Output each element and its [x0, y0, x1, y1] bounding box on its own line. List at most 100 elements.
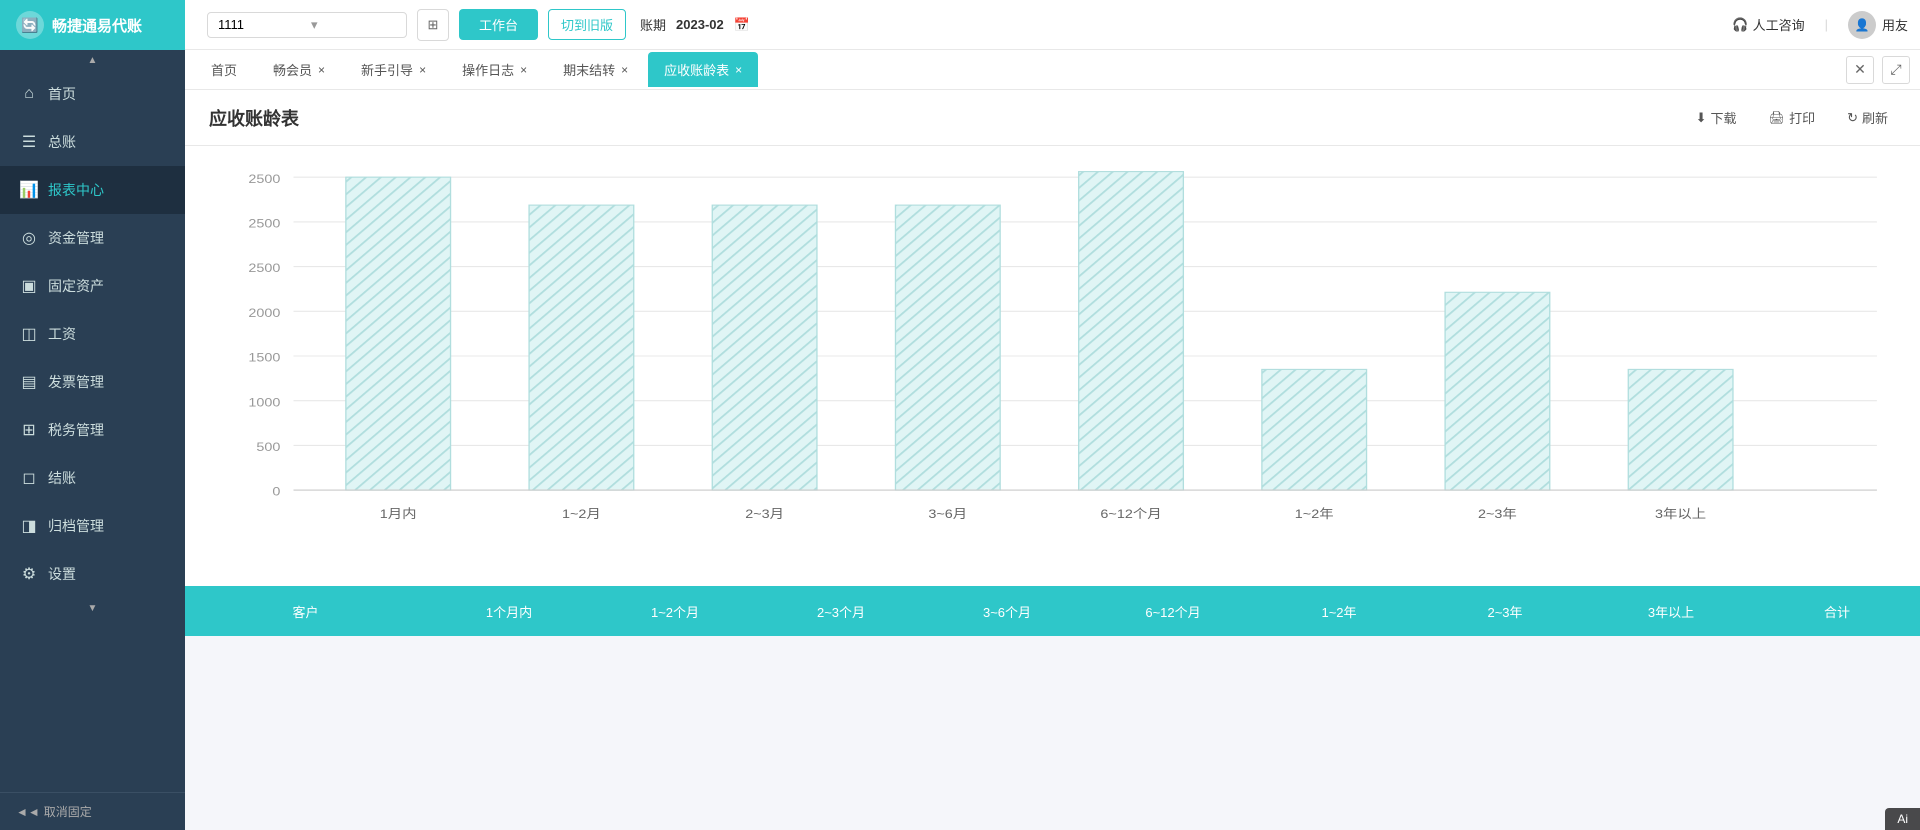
tab-period-end-label: 期末结转	[563, 60, 615, 79]
sidebar-item-checkout[interactable]: ◻ 结账	[0, 454, 185, 502]
pin-icon: ◄◄	[16, 805, 40, 819]
close-all-icon: ✕	[1854, 61, 1866, 78]
sidebar-label-settings: 设置	[48, 564, 76, 584]
sidebar-item-ledger[interactable]: ☰ 总账	[0, 118, 185, 166]
invoice-icon: ▤	[20, 373, 38, 391]
sidebar-item-settings[interactable]: ⚙ 设置	[0, 550, 185, 598]
reports-icon: 📊	[20, 181, 38, 199]
switch-button[interactable]: 切到旧版	[548, 9, 626, 40]
refresh-button[interactable]: ↻ 刷新	[1839, 104, 1896, 131]
svg-text:1月内: 1月内	[380, 507, 417, 521]
svg-text:2500: 2500	[248, 172, 280, 186]
tabs-bar: 首页 畅会员 × 新手引导 × 操作日志 × 期末结转 × 应收账龄表 ×	[185, 50, 1920, 90]
funds-icon: ◎	[20, 229, 38, 247]
cancel-fixed-button[interactable]: ◄◄ 取消固定	[0, 792, 185, 830]
copy-button[interactable]: ⊞	[417, 9, 449, 41]
sidebar-scroll-up[interactable]: ▲	[0, 50, 185, 70]
sidebar-item-assets[interactable]: ▣ 固定资产	[0, 262, 185, 310]
logo: 🔄 畅捷通易代账	[0, 0, 185, 50]
tab-aging[interactable]: 应收账龄表 ×	[648, 52, 758, 87]
user-area[interactable]: 👤 用友	[1848, 11, 1908, 39]
sidebar: ▲ ⌂ 首页 ☰ 总账 📊 报表中心 ◎ 资金管理 ▣ 固定资产 ◫ 工资 ▤ …	[0, 50, 185, 830]
tab-member[interactable]: 畅会员 ×	[257, 52, 341, 87]
sidebar-label-assets: 固定资产	[48, 276, 104, 296]
col-6-12month: 6~12个月	[1090, 602, 1256, 621]
sidebar-label-salary: 工资	[48, 324, 76, 344]
download-label: 下载	[1711, 108, 1737, 127]
expand-button[interactable]: ⤢	[1882, 56, 1910, 84]
company-selector[interactable]: 1111 ▾	[207, 12, 407, 38]
company-name: 1111	[218, 17, 303, 32]
svg-text:2~3月: 2~3月	[745, 507, 784, 521]
col-3-6month: 3~6个月	[924, 602, 1090, 621]
refresh-label: 刷新	[1862, 108, 1888, 127]
sidebar-item-reports[interactable]: 📊 报表中心	[0, 166, 185, 214]
col-1-2year: 1~2年	[1256, 602, 1422, 621]
sidebar-item-invoice[interactable]: ▤ 发票管理	[0, 358, 185, 406]
tab-aging-label: 应收账龄表	[664, 60, 729, 79]
user-label: 用友	[1882, 15, 1908, 34]
svg-text:1~2年: 1~2年	[1295, 507, 1334, 521]
sidebar-label-home: 首页	[48, 84, 76, 104]
sidebar-item-home[interactable]: ⌂ 首页	[0, 70, 185, 118]
tab-period-end[interactable]: 期末结转 ×	[547, 52, 644, 87]
ai-watermark: Ai	[1885, 808, 1920, 830]
tab-period-end-close[interactable]: ×	[621, 63, 628, 77]
avatar: 👤	[1848, 11, 1876, 39]
svg-text:3年以上: 3年以上	[1655, 507, 1706, 521]
logo-icon: 🔄	[16, 11, 44, 39]
tab-oplog-label: 操作日志	[462, 60, 514, 79]
sidebar-label-reports: 报表中心	[48, 180, 104, 200]
expand-icon: ⤢	[1890, 61, 1901, 78]
headset-icon: 🎧	[1732, 17, 1748, 33]
tab-aging-close[interactable]: ×	[735, 63, 742, 77]
calendar-icon[interactable]: 📅	[734, 17, 750, 33]
tab-guide-label: 新手引导	[361, 60, 413, 79]
tab-oplog[interactable]: 操作日志 ×	[446, 52, 543, 87]
svg-text:2000: 2000	[248, 306, 280, 320]
svg-text:1500: 1500	[248, 351, 280, 365]
print-button[interactable]: 🖨 打印	[1761, 104, 1824, 131]
header-right: 🎧 人工咨询 | 👤 用友	[1732, 11, 1908, 39]
sidebar-item-tax[interactable]: ⊞ 税务管理	[0, 406, 185, 454]
col-2-3year: 2~3年	[1422, 602, 1588, 621]
download-button[interactable]: ⬇ 下载	[1688, 104, 1745, 131]
sidebar-label-tax: 税务管理	[48, 420, 104, 440]
tab-oplog-close[interactable]: ×	[520, 63, 527, 77]
tab-guide[interactable]: 新手引导 ×	[345, 52, 442, 87]
tab-guide-close[interactable]: ×	[419, 63, 426, 77]
ledger-icon: ☰	[20, 133, 38, 151]
close-all-button[interactable]: ✕	[1846, 56, 1874, 84]
sidebar-label-invoice: 发票管理	[48, 372, 104, 392]
sidebar-item-salary[interactable]: ◫ 工资	[0, 310, 185, 358]
tab-member-label: 畅会员	[273, 60, 312, 79]
chart-svg: 0 500 1000 1500 2000 2500 2500 2500	[215, 166, 1890, 546]
svg-text:1000: 1000	[248, 395, 280, 409]
tab-home[interactable]: 首页	[195, 52, 253, 87]
dropdown-icon: ▾	[311, 17, 396, 33]
period-label: 账期	[640, 15, 666, 34]
svg-text:2500: 2500	[248, 261, 280, 275]
tabs-actions: ✕ ⤢	[1846, 56, 1910, 84]
divider: |	[1825, 17, 1828, 32]
consult-button[interactable]: 🎧 人工咨询	[1732, 15, 1804, 34]
sidebar-label-funds: 资金管理	[48, 228, 104, 248]
sidebar-label-ledger: 总账	[48, 132, 76, 152]
tab-member-close[interactable]: ×	[318, 63, 325, 77]
sidebar-item-funds[interactable]: ◎ 资金管理	[0, 214, 185, 262]
print-label: 打印	[1789, 108, 1815, 127]
sidebar-label-checkout: 结账	[48, 468, 76, 488]
workbench-button[interactable]: 工作台	[459, 9, 538, 40]
period-value: 2023-02	[676, 17, 724, 32]
assets-icon: ▣	[20, 277, 38, 295]
tax-icon: ⊞	[20, 421, 38, 439]
col-1month: 1个月内	[426, 602, 592, 621]
tab-home-label: 首页	[211, 60, 237, 79]
svg-text:3~6月: 3~6月	[928, 507, 967, 521]
sidebar-item-archive[interactable]: ◨ 归档管理	[0, 502, 185, 550]
svg-text:1~2月: 1~2月	[562, 507, 601, 521]
logo-text: 畅捷通易代账	[52, 15, 142, 36]
table-header: 客户 1个月内 1~2个月 2~3个月 3~6个月 6~12个月	[185, 586, 1920, 636]
refresh-icon: ↻	[1847, 110, 1858, 126]
sidebar-scroll-down[interactable]: ▼	[0, 598, 185, 618]
